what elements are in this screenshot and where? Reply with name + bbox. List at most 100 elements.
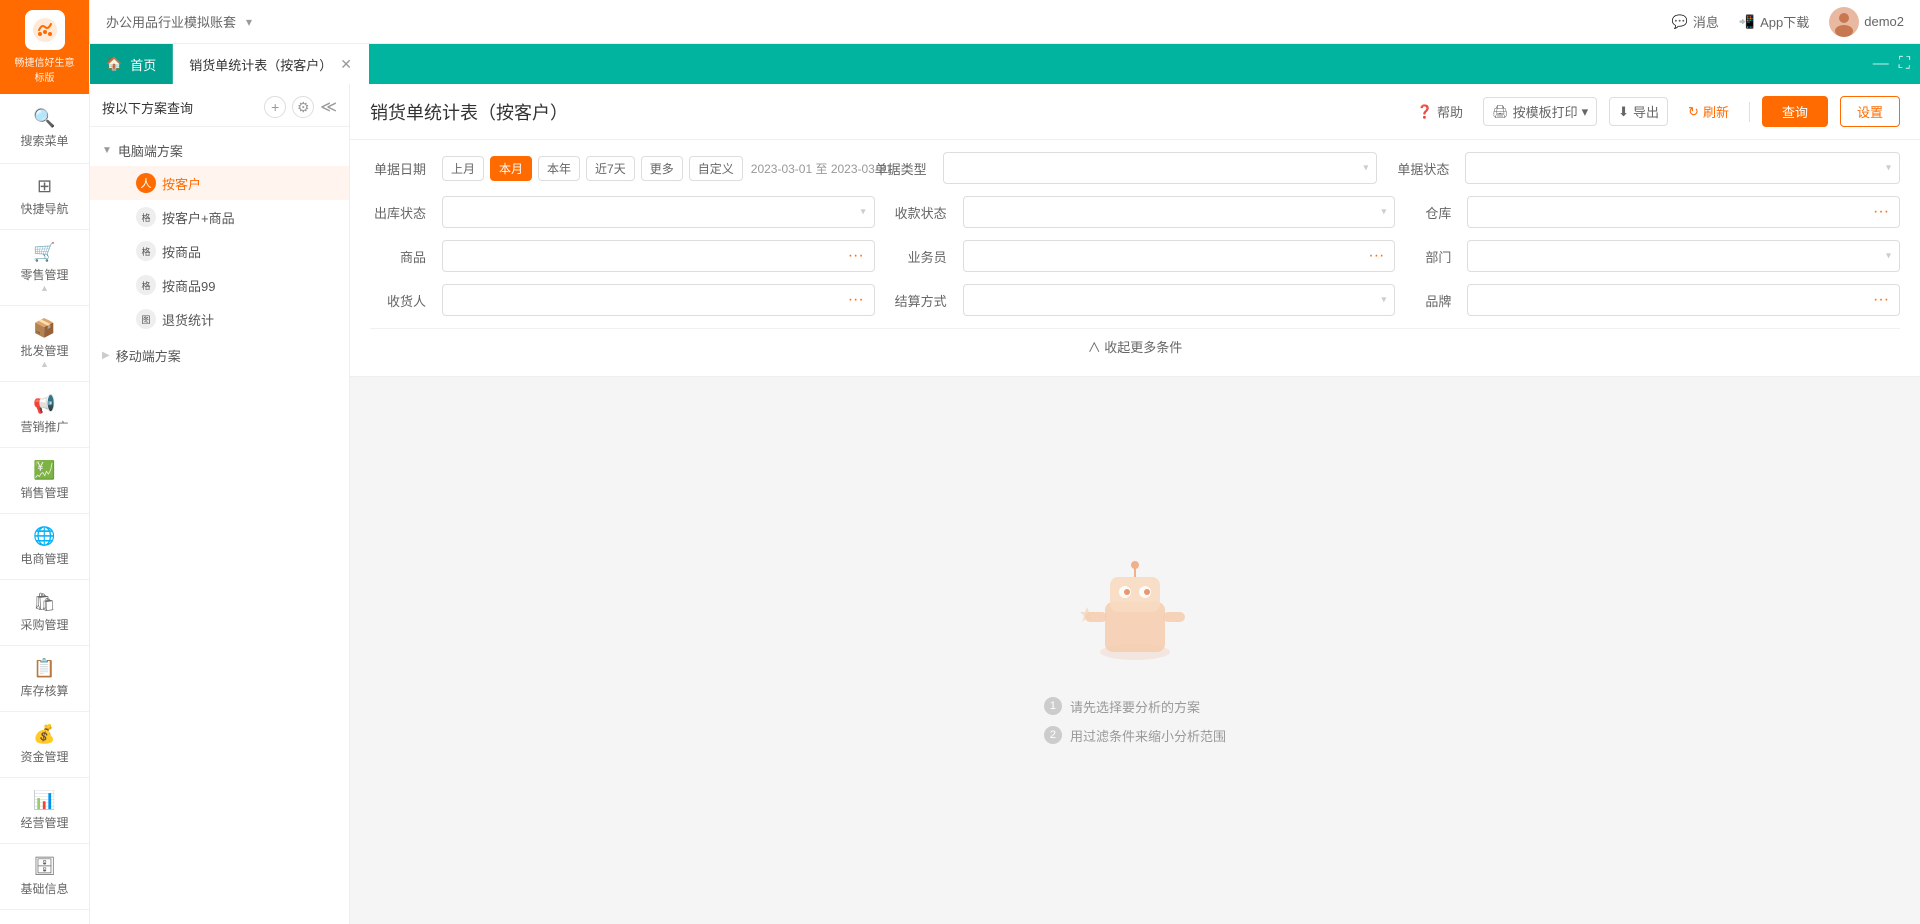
app-download-btn[interactable]: 📲 App下载 — [1739, 12, 1809, 31]
sidebar-item-operations[interactable]: 📊 经营管理 — [0, 778, 90, 844]
topbar-right: 💬 消息 📲 App下载 demo2 — [1672, 7, 1904, 37]
sidebar-item-system[interactable]: ⚙ 系统管理 — [0, 910, 90, 924]
collapse-more-btn[interactable]: ∧ 收起更多条件 — [370, 328, 1900, 364]
empty-hint-1: 1 请先选择要分析的方案 — [1044, 697, 1226, 716]
dept-label: 部门 — [1411, 247, 1451, 266]
receipt-status-select[interactable]: ▾ — [963, 196, 1396, 228]
dept-select[interactable]: ▾ — [1467, 240, 1900, 272]
doc-type-select[interactable]: ▾ — [943, 152, 1378, 184]
mobile-group-label: 移动端方案 — [116, 346, 181, 365]
by-goods-icon: 格 — [136, 241, 156, 261]
user-menu-btn[interactable]: demo2 — [1829, 7, 1904, 37]
by-customer-label: 按客户 — [162, 174, 201, 193]
sidebar-item-purchase[interactable]: 🛍 采购管理 — [0, 580, 90, 646]
salesperson-select[interactable]: ··· — [963, 240, 1396, 272]
date-btn-last-month[interactable]: 上月 — [442, 156, 484, 181]
sidebar-item-search[interactable]: 🔍 搜索菜单 — [0, 94, 90, 164]
tab-close-icon[interactable]: ✕ — [340, 57, 352, 71]
sidebar-item-finance[interactable]: 💰 资金管理 — [0, 712, 90, 778]
by-goods99-icon: 格 — [136, 275, 156, 295]
date-btn-more[interactable]: 更多 — [641, 156, 683, 181]
query-btn[interactable]: 查询 — [1762, 96, 1828, 127]
empty-hints: 1 请先选择要分析的方案 2 用过滤条件来缩小分析范围 — [1044, 697, 1226, 745]
by-goods-label: 按商品 — [162, 242, 201, 261]
scheme-item-by-goods[interactable]: 格 按商品 — [90, 234, 349, 268]
consignee-select[interactable]: ··· — [442, 284, 875, 316]
scheme-item-customer-goods[interactable]: 格 按客户+商品 — [90, 200, 349, 234]
sidebar-item-retail[interactable]: 🛒 零售管理 ▲ — [0, 230, 90, 306]
return-stats-label: 退货统计 — [162, 310, 214, 329]
right-panel: 销货单统计表（按客户） ❓ 帮助 🖨 按模板打印 ▾ ⬇ 导出 — [350, 84, 1920, 924]
tab-sales-stat[interactable]: 销货单统计表（按客户） ✕ — [173, 44, 369, 84]
settings-scheme-btn[interactable]: ⚙ — [292, 96, 314, 118]
goods-label: 商品 — [370, 247, 426, 266]
goods-select[interactable]: ··· — [442, 240, 875, 272]
desktop-expand-icon: ▼ — [102, 145, 112, 156]
doc-status-select[interactable]: ▾ — [1465, 152, 1900, 184]
desktop-group-header[interactable]: ▼ 电脑端方案 — [90, 135, 349, 166]
page-header: 销货单统计表（按客户） ❓ 帮助 🖨 按模板打印 ▾ ⬇ 导出 — [350, 84, 1920, 140]
settings-btn[interactable]: 设置 — [1840, 96, 1900, 127]
sidebar-marketing-label: 营销推广 — [20, 418, 68, 435]
add-scheme-btn[interactable]: + — [264, 96, 286, 118]
export-icon: ⬇ — [1618, 104, 1629, 120]
refresh-btn[interactable]: ↻ 刷新 — [1680, 98, 1737, 125]
sidebar-quicknav-label: 快捷导航 — [20, 200, 68, 217]
retail-expand-icon: ▲ — [40, 283, 49, 293]
sidebar-item-inventory[interactable]: 📋 库存核算 — [0, 646, 90, 712]
help-btn[interactable]: ❓ 帮助 — [1409, 98, 1471, 125]
operations-icon: 📊 — [33, 790, 55, 811]
collapse-panel-btn[interactable]: ≪ — [320, 97, 337, 117]
scheme-item-by-customer[interactable]: 人 按客户 — [90, 166, 349, 200]
left-panel-header: 按以下方案查询 + ⚙ ≪ — [90, 84, 349, 127]
sidebar-retail-label: 零售管理 — [20, 266, 68, 283]
salesperson-dots-icon[interactable]: ··· — [1368, 247, 1384, 265]
left-panel-actions: + ⚙ ≪ — [264, 96, 337, 118]
message-btn[interactable]: 💬 消息 — [1672, 12, 1719, 31]
home-icon: 🏠 — [106, 56, 122, 72]
sidebar-item-basic[interactable]: 🗄 基础信息 — [0, 844, 90, 910]
tabbar-minimize-btn[interactable]: — — [1873, 55, 1889, 73]
brand-label: 品牌 — [1411, 291, 1451, 310]
warehouse-dots-icon[interactable]: ··· — [1873, 203, 1889, 221]
tab-home[interactable]: 🏠 首页 — [90, 44, 173, 84]
brand-select[interactable]: ··· — [1467, 284, 1900, 316]
tabbar: 🏠 首页 销货单统计表（按客户） ✕ — ⛶ — [90, 44, 1920, 84]
empty-illustration — [1075, 557, 1195, 677]
date-btn-7days[interactable]: 近7天 — [586, 156, 635, 181]
date-btn-this-year[interactable]: 本年 — [538, 156, 580, 181]
mobile-group-header[interactable]: ▶ 移动端方案 — [90, 340, 349, 371]
mobile-scheme-group: ▶ 移动端方案 — [90, 340, 349, 371]
sidebar-item-quicknav[interactable]: ⊞ 快捷导航 — [0, 164, 90, 230]
topbar: 办公用品行业模拟账套 ▾ 💬 消息 📲 App下载 de — [90, 0, 1920, 44]
receipt-status-dropdown-icon: ▾ — [1381, 207, 1386, 218]
date-btn-custom[interactable]: 自定义 — [689, 156, 743, 181]
filter-row-4: 收货人 ··· 结算方式 ▾ 品牌 ··· — [370, 284, 1900, 316]
scheme-item-by-goods99[interactable]: 格 按商品99 — [90, 268, 349, 302]
date-btn-this-month[interactable]: 本月 — [490, 156, 532, 181]
doc-status-dropdown-icon: ▾ — [1886, 163, 1891, 174]
wholesale-expand-icon: ▲ — [40, 359, 49, 369]
out-status-select[interactable]: ▾ — [442, 196, 875, 228]
doc-type-dropdown-icon: ▾ — [1363, 163, 1368, 174]
tabbar-maximize-btn[interactable]: ⛶ — [1899, 55, 1910, 73]
goods-dots-icon[interactable]: ··· — [848, 247, 864, 265]
export-btn[interactable]: ⬇ 导出 — [1609, 97, 1668, 126]
purchase-icon: 🛍 — [33, 592, 56, 613]
settlement-select[interactable]: ▾ — [963, 284, 1396, 316]
marketing-icon: 📢 — [33, 394, 55, 415]
sidebar-inventory-label: 库存核算 — [20, 682, 68, 699]
out-status-dropdown-icon: ▾ — [861, 207, 866, 218]
consignee-dots-icon[interactable]: ··· — [848, 291, 864, 309]
sidebar-item-sales[interactable]: 💹 销售管理 — [0, 448, 90, 514]
sidebar-item-marketing[interactable]: 📢 营销推广 — [0, 382, 90, 448]
scheme-item-return-stats[interactable]: 图 退货统计 — [90, 302, 349, 336]
warehouse-select[interactable]: ··· — [1467, 196, 1900, 228]
sidebar-item-ecommerce[interactable]: 🌐 电商管理 — [0, 514, 90, 580]
sidebar-item-wholesale[interactable]: 📦 批发管理 ▲ — [0, 306, 90, 382]
template-print-btn[interactable]: 🖨 按模板打印 ▾ — [1483, 97, 1597, 126]
filter-row-3: 商品 ··· 业务员 ··· 部门 ▾ — [370, 240, 1900, 272]
topbar-dropdown-btn[interactable]: ▾ — [246, 15, 252, 29]
page-title: 销货单统计表（按客户） — [370, 99, 568, 137]
brand-dots-icon[interactable]: ··· — [1873, 291, 1889, 309]
